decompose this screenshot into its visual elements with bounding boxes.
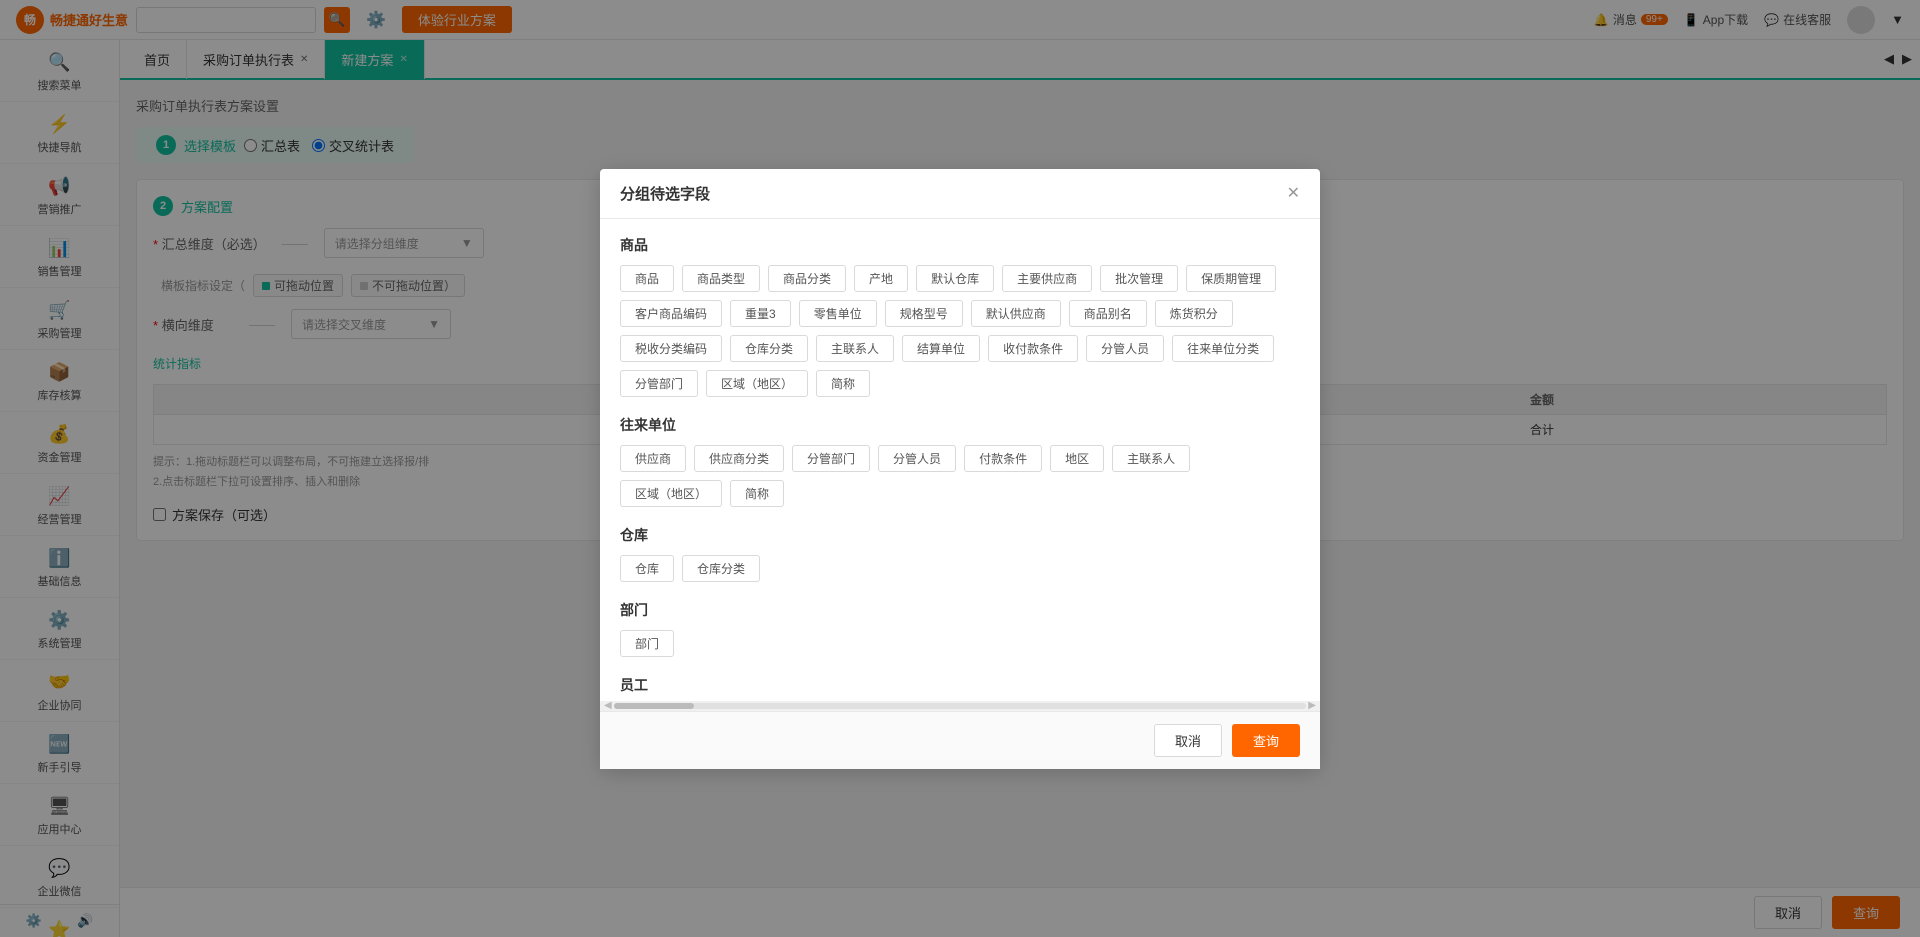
field-tag-default-supplier[interactable]: 默认供应商: [971, 300, 1061, 327]
field-tag-main-supplier[interactable]: 主要供应商: [1002, 265, 1092, 292]
modal-confirm-btn[interactable]: 查询: [1232, 724, 1300, 757]
field-group-employee-title: 员工: [620, 675, 1300, 695]
field-tag-supervisor[interactable]: 分管人员: [1086, 335, 1164, 362]
field-tag-weight3[interactable]: 重量3: [730, 300, 791, 327]
modal-cancel-btn[interactable]: 取消: [1154, 724, 1222, 757]
field-tag-supplier-category[interactable]: 供应商分类: [694, 445, 784, 472]
field-tag-goods-alias[interactable]: 商品别名: [1069, 300, 1147, 327]
field-group-goods-title: 商品: [620, 235, 1300, 255]
field-tag-partner-dept[interactable]: 分管部门: [792, 445, 870, 472]
field-tag-warehouse-cat[interactable]: 仓库分类: [682, 555, 760, 582]
field-tag-dept[interactable]: 分管部门: [620, 370, 698, 397]
field-tags-dept: 部门: [620, 630, 1300, 657]
field-tag-goods-type[interactable]: 商品类型: [682, 265, 760, 292]
field-group-partner-title: 往来单位: [620, 415, 1300, 435]
field-tag-partner-short[interactable]: 简称: [730, 480, 784, 507]
modal-close-btn[interactable]: ✕: [1287, 183, 1300, 203]
modal-body: 商品 商品 商品类型 商品分类 产地 默认仓库 主要供应商 批次管理 保质期管理…: [600, 219, 1320, 701]
field-tag-origin[interactable]: 产地: [854, 265, 908, 292]
field-tag-retail-unit[interactable]: 零售单位: [799, 300, 877, 327]
field-group-partner: 往来单位 供应商 供应商分类 分管部门 分管人员 付款条件 地区 主联系人 区域…: [620, 415, 1300, 507]
field-tag-default-warehouse[interactable]: 默认仓库: [916, 265, 994, 292]
modal-footer: 取消 查询: [600, 711, 1320, 769]
field-group-dept: 部门 部门: [620, 600, 1300, 657]
field-tag-customer-code[interactable]: 客户商品编码: [620, 300, 722, 327]
field-tag-goods-category[interactable]: 商品分类: [768, 265, 846, 292]
field-tag-partner-contact[interactable]: 主联系人: [1112, 445, 1190, 472]
field-tag-dept-single[interactable]: 部门: [620, 630, 674, 657]
field-group-warehouse-title: 仓库: [620, 525, 1300, 545]
field-tag-partner-payment[interactable]: 付款条件: [964, 445, 1042, 472]
field-group-warehouse: 仓库 仓库 仓库分类: [620, 525, 1300, 582]
field-tags-partner: 供应商 供应商分类 分管部门 分管人员 付款条件 地区 主联系人 区域（地区） …: [620, 445, 1300, 507]
field-tag-warehouse-category[interactable]: 仓库分类: [730, 335, 808, 362]
field-group-goods: 商品 商品 商品类型 商品分类 产地 默认仓库 主要供应商 批次管理 保质期管理…: [620, 235, 1300, 397]
field-tag-region[interactable]: 区域（地区）: [706, 370, 808, 397]
scroll-track: [614, 703, 1307, 709]
field-group-employee: 员工 业务员: [620, 675, 1300, 701]
modal-title: 分组待选字段: [620, 183, 710, 204]
field-tag-partner-supervisor[interactable]: 分管人员: [878, 445, 956, 472]
field-tag-supplier[interactable]: 供应商: [620, 445, 686, 472]
field-group-dept-title: 部门: [620, 600, 1300, 620]
field-tag-tax-code[interactable]: 税收分类编码: [620, 335, 722, 362]
field-tag-spec-model[interactable]: 规格型号: [885, 300, 963, 327]
scroll-right-arrow[interactable]: ▶: [1306, 700, 1318, 711]
field-tag-area[interactable]: 地区: [1050, 445, 1104, 472]
field-select-modal: 分组待选字段 ✕ 商品 商品 商品类型 商品分类 产地 默认仓库 主要供应商 批…: [600, 169, 1320, 769]
scroll-thumb[interactable]: [614, 703, 694, 709]
field-tag-short-name[interactable]: 简称: [816, 370, 870, 397]
field-tag-main-contact[interactable]: 主联系人: [816, 335, 894, 362]
field-tag-partner-category[interactable]: 往来单位分类: [1172, 335, 1274, 362]
modal-overlay[interactable]: 分组待选字段 ✕ 商品 商品 商品类型 商品分类 产地 默认仓库 主要供应商 批…: [0, 0, 1920, 937]
scroll-left-arrow[interactable]: ◀: [602, 700, 614, 711]
field-tag-partner-region[interactable]: 区域（地区）: [620, 480, 722, 507]
modal-horizontal-scrollbar[interactable]: ◀ ▶: [600, 701, 1320, 711]
field-tags-warehouse: 仓库 仓库分类: [620, 555, 1300, 582]
field-tag-warehouse[interactable]: 仓库: [620, 555, 674, 582]
field-tag-settlement-unit[interactable]: 结算单位: [902, 335, 980, 362]
field-tag-payment-terms[interactable]: 收付款条件: [988, 335, 1078, 362]
field-tags-goods: 商品 商品类型 商品分类 产地 默认仓库 主要供应商 批次管理 保质期管理 客户…: [620, 265, 1300, 397]
field-tag-expiry-mgmt[interactable]: 保质期管理: [1186, 265, 1276, 292]
field-tag-points[interactable]: 炼货积分: [1155, 300, 1233, 327]
field-tag-batch-mgmt[interactable]: 批次管理: [1100, 265, 1178, 292]
modal-header: 分组待选字段 ✕: [600, 169, 1320, 219]
field-tag-goods[interactable]: 商品: [620, 265, 674, 292]
